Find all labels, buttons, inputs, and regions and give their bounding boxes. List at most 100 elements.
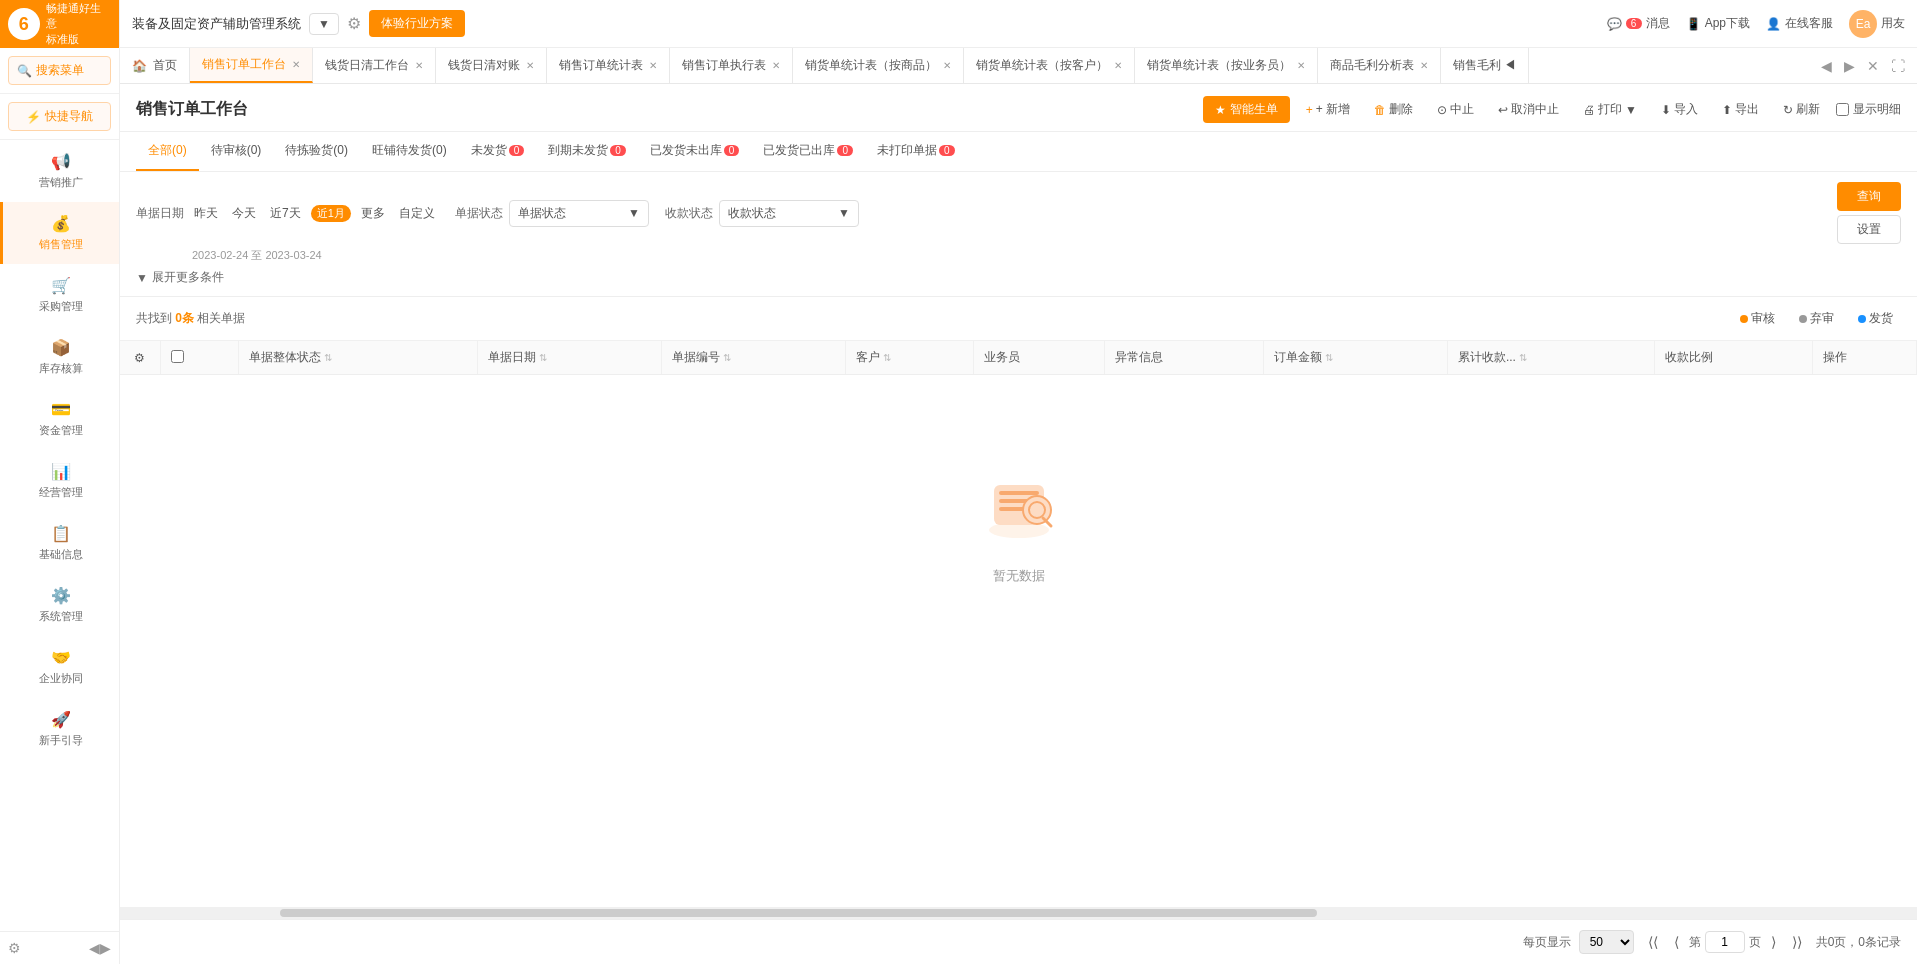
payment-select[interactable]: 收款状态 ▼ xyxy=(719,200,859,227)
date-more-btn[interactable]: 更多 xyxy=(357,203,389,224)
add-button[interactable]: + + 新增 xyxy=(1298,97,1358,122)
tab-close-cash-daily[interactable]: ✕ xyxy=(415,60,423,71)
sidebar-item-marketing[interactable]: 📢 营销推广 xyxy=(0,140,119,202)
experience-button[interactable]: 体验行业方案 xyxy=(369,10,465,37)
filter-tab-shipped-out[interactable]: 已发货已出库 0 xyxy=(751,132,865,171)
date-yesterday-btn[interactable]: 昨天 xyxy=(190,203,222,224)
user-menu-button[interactable]: Ea 用友 xyxy=(1849,10,1905,38)
tab-close-sales-exec[interactable]: ✕ xyxy=(772,60,780,71)
scrollbar-thumb[interactable] xyxy=(280,909,1317,917)
tab-prev-button[interactable]: ◀ xyxy=(1817,56,1836,76)
app-download-button[interactable]: 📱 App下载 xyxy=(1686,15,1750,32)
tab-close-sales-stats[interactable]: ✕ xyxy=(649,60,657,71)
filter-tab-wangpu-pending[interactable]: 旺铺待发货(0) xyxy=(360,132,459,171)
service-icon: 👤 xyxy=(1766,17,1781,31)
tab-sales-salesperson[interactable]: 销货单统计表（按业务员） ✕ xyxy=(1135,48,1318,83)
print-button[interactable]: 🖨 打印 ▼ xyxy=(1575,97,1645,122)
sort-customer-icon[interactable]: ⇅ xyxy=(883,352,891,363)
filter-tab-shipped-not-out[interactable]: 已发货未出库 0 xyxy=(638,132,752,171)
show-detail-checkbox[interactable]: 显示明细 xyxy=(1836,101,1901,118)
page-input[interactable]: 1 xyxy=(1705,931,1745,953)
search-menu-button[interactable]: 🔍 搜索菜单 xyxy=(8,56,111,85)
tab-fullscreen-button[interactable]: ⛶ xyxy=(1887,56,1909,76)
system-dropdown-button[interactable]: ▼ xyxy=(309,13,339,35)
tab-close-cash-reconcile[interactable]: ✕ xyxy=(526,60,534,71)
stop-button[interactable]: ⊙ 中止 xyxy=(1429,97,1482,122)
filter-tab-all[interactable]: 全部(0) xyxy=(136,132,199,171)
quick-nav-button[interactable]: ⚡ 快捷导航 xyxy=(8,102,111,131)
prev-page-button[interactable]: ⟨ xyxy=(1668,932,1685,952)
expand-filter-button[interactable]: ▼ 展开更多条件 xyxy=(136,269,1901,286)
tab-sales-customer[interactable]: 销货单统计表（按客户） ✕ xyxy=(964,48,1135,83)
topbar-gear-button[interactable]: ⚙ xyxy=(347,14,361,33)
show-detail-input[interactable] xyxy=(1836,103,1849,116)
per-page-select[interactable]: 50 100 200 xyxy=(1579,930,1634,954)
tab-next-button[interactable]: ▶ xyxy=(1840,56,1859,76)
tab-home[interactable]: 🏠 首页 xyxy=(120,48,190,83)
tab-close-all-button[interactable]: ✕ xyxy=(1863,56,1883,76)
sort-amount-icon[interactable]: ⇅ xyxy=(1325,352,1333,363)
date-1month-badge[interactable]: 近1月 xyxy=(311,205,351,222)
tab-sales-order[interactable]: 销售订单工作台 ✕ xyxy=(190,48,313,83)
settings-bottom-button[interactable]: ⚙ xyxy=(8,940,21,956)
filter-tab-pending-check[interactable]: 待拣验货(0) xyxy=(273,132,360,171)
sort-number-icon[interactable]: ⇅ xyxy=(723,352,731,363)
refresh-button[interactable]: ↻ 刷新 xyxy=(1775,97,1828,122)
sort-received-icon[interactable]: ⇅ xyxy=(1519,352,1527,363)
date-today-btn[interactable]: 今天 xyxy=(228,203,260,224)
collapse-sidebar-button[interactable]: ◀▶ xyxy=(89,940,111,956)
tab-cash-reconcile[interactable]: 钱货日清对账 ✕ xyxy=(436,48,547,83)
tab-sales-exec[interactable]: 销售订单执行表 ✕ xyxy=(670,48,793,83)
sidebar-item-management[interactable]: 📊 经营管理 xyxy=(0,450,119,512)
tab-gross-profit[interactable]: 商品毛利分析表 ✕ xyxy=(1318,48,1441,83)
sidebar-item-cooperation[interactable]: 🤝 企业协同 xyxy=(0,636,119,698)
date-custom-btn[interactable]: 自定义 xyxy=(395,203,439,224)
status-select[interactable]: 单据状态 ▼ xyxy=(509,200,649,227)
tab-sales-stats[interactable]: 销售订单统计表 ✕ xyxy=(547,48,670,83)
sidebar: 6 畅捷通好生意 标准版 🔍 搜索菜单 ⚡ 快捷导航 📢 营销推广 💰 销售管理… xyxy=(0,0,120,964)
filter-tab-unprinted[interactable]: 未打印单据 0 xyxy=(865,132,967,171)
tab-sales-product[interactable]: 销货单统计表（按商品） ✕ xyxy=(793,48,964,83)
sidebar-item-purchase[interactable]: 🛒 采购管理 xyxy=(0,264,119,326)
export-button[interactable]: ⬆ 导出 xyxy=(1714,97,1767,122)
delete-button[interactable]: 🗑 删除 xyxy=(1366,97,1421,122)
tab-close-sales-product[interactable]: ✕ xyxy=(943,60,951,71)
sidebar-item-guide[interactable]: 🚀 新手引导 xyxy=(0,698,119,760)
sidebar-item-sales[interactable]: 💰 销售管理 xyxy=(0,202,119,264)
revoke-action-button[interactable]: 弃审 xyxy=(1791,307,1842,330)
sort-status-icon[interactable]: ⇅ xyxy=(324,352,332,363)
phone-icon: 📱 xyxy=(1686,17,1701,31)
audit-action-button[interactable]: 审核 xyxy=(1732,307,1783,330)
sidebar-item-system[interactable]: ⚙️ 系统管理 xyxy=(0,574,119,636)
filter-tab-unshipped[interactable]: 未发货 0 xyxy=(459,132,537,171)
date-7days-btn[interactable]: 近7天 xyxy=(266,203,305,224)
sidebar-item-finance[interactable]: 💳 资金管理 xyxy=(0,388,119,450)
tab-close-gross-profit[interactable]: ✕ xyxy=(1420,60,1428,71)
tab-close-sales-salesperson[interactable]: ✕ xyxy=(1297,60,1305,71)
tab-close-sales-customer[interactable]: ✕ xyxy=(1114,60,1122,71)
sidebar-item-inventory[interactable]: 📦 库存核算 xyxy=(0,326,119,388)
cancel-stop-button[interactable]: ↩ 取消中止 xyxy=(1490,97,1567,122)
tab-cash-daily[interactable]: 钱货日清工作台 ✕ xyxy=(313,48,436,83)
gear-icon[interactable]: ⚙ xyxy=(134,351,145,365)
query-button[interactable]: 查询 xyxy=(1837,182,1901,211)
ship-action-button[interactable]: 发货 xyxy=(1850,307,1901,330)
next-page-button[interactable]: ⟩ xyxy=(1765,932,1782,952)
last-page-button[interactable]: ⟩⟩ xyxy=(1786,932,1808,952)
horizontal-scrollbar[interactable] xyxy=(120,907,1917,919)
main-content: 装备及固定资产辅助管理系统 ▼ ⚙ 体验行业方案 💬 6 消息 📱 App下载 … xyxy=(120,0,1917,964)
set-button[interactable]: 设置 xyxy=(1837,215,1901,244)
select-all-checkbox[interactable] xyxy=(171,350,184,363)
sidebar-item-basic-info[interactable]: 📋 基础信息 xyxy=(0,512,119,574)
sort-date-icon[interactable]: ⇅ xyxy=(539,352,547,363)
status-select-arrow: ▼ xyxy=(628,206,640,220)
tab-close-sales-order[interactable]: ✕ xyxy=(292,59,300,70)
filter-tab-pending-audit[interactable]: 待审核(0) xyxy=(199,132,274,171)
smart-create-button[interactable]: ★ 智能生单 xyxy=(1203,96,1290,123)
message-button[interactable]: 💬 6 消息 xyxy=(1607,15,1670,32)
first-page-button[interactable]: ⟨⟨ xyxy=(1642,932,1664,952)
online-service-button[interactable]: 👤 在线客服 xyxy=(1766,15,1833,32)
filter-tab-overdue-unshipped[interactable]: 到期未发货 0 xyxy=(536,132,638,171)
tab-sales-gross[interactable]: 销售毛利 ◀ xyxy=(1441,48,1529,83)
import-button[interactable]: ⬇ 导入 xyxy=(1653,97,1706,122)
